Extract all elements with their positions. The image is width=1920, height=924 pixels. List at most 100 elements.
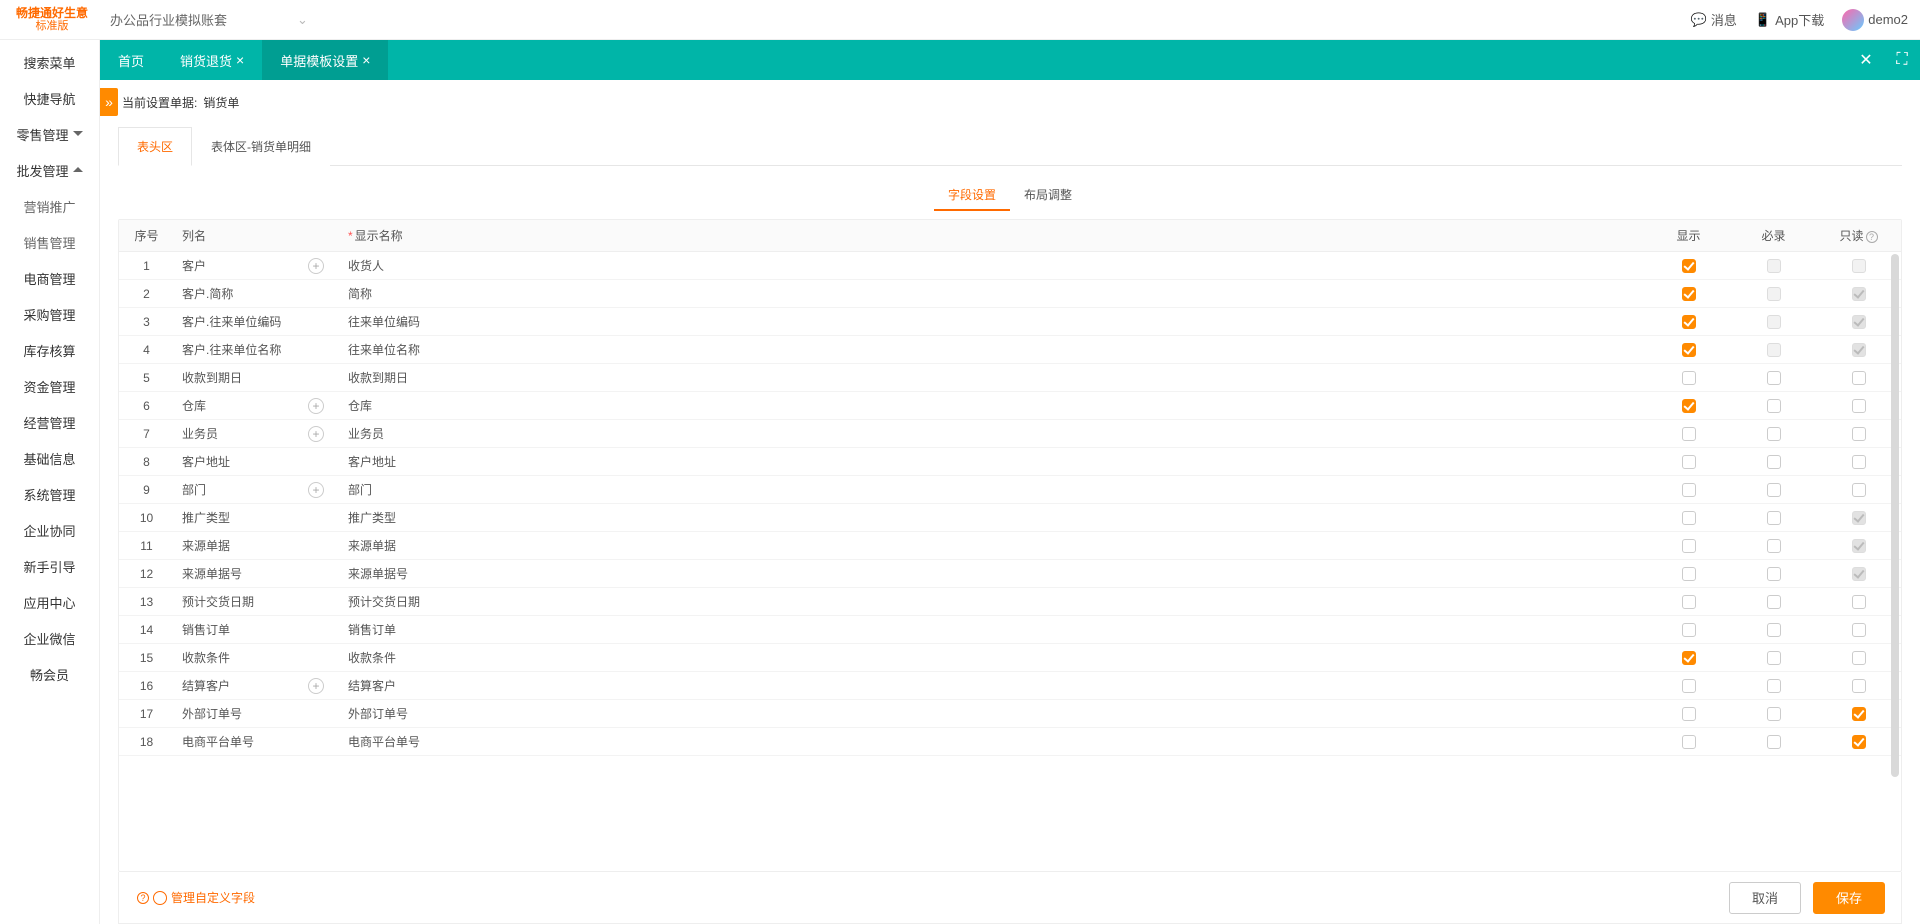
checkbox[interactable] [1852,483,1866,497]
plus-icon[interactable]: + [308,426,324,442]
close-all-icon[interactable]: ✕ [1848,40,1884,80]
checkbox[interactable] [1682,259,1696,273]
sidebar-item[interactable]: 系统管理 [0,476,99,512]
tab-field-settings[interactable]: 字段设置 [934,180,1010,211]
checkbox[interactable] [1852,623,1866,637]
manage-custom-fields-link[interactable]: ? 管理自定义字段 [135,889,255,906]
cell-display[interactable]: 推广类型 [334,509,1646,526]
tab-template-settings[interactable]: 单据模板设置× [262,40,388,80]
checkbox[interactable] [1767,651,1781,665]
checkbox[interactable] [1767,539,1781,553]
tab-layout-adjust[interactable]: 布局调整 [1010,180,1086,211]
checkbox[interactable] [1682,735,1696,749]
checkbox[interactable] [1852,735,1866,749]
cell-display[interactable]: 业务员 [334,425,1646,442]
checkbox[interactable] [1767,427,1781,441]
checkbox[interactable] [1682,427,1696,441]
checkbox[interactable] [1682,287,1696,301]
checkbox[interactable] [1682,539,1696,553]
sidebar-item[interactable]: 应用中心 [0,584,99,620]
checkbox[interactable] [1682,371,1696,385]
checkbox[interactable] [1682,455,1696,469]
checkbox[interactable] [1682,679,1696,693]
checkbox[interactable] [1767,735,1781,749]
tab-header-area[interactable]: 表头区 [118,127,192,166]
cell-display[interactable]: 简称 [334,285,1646,302]
scrollbar[interactable] [1891,254,1899,869]
checkbox[interactable] [1852,707,1866,721]
checkbox[interactable] [1767,483,1781,497]
checkbox[interactable] [1852,679,1866,693]
sidebar-item[interactable]: 新手引导 [0,548,99,584]
checkbox[interactable] [1682,567,1696,581]
tab-body-area[interactable]: 表体区-销货单明细 [192,127,330,166]
checkbox[interactable] [1767,371,1781,385]
checkbox[interactable] [1852,595,1866,609]
sidebar-item[interactable]: 搜索菜单 [0,44,99,80]
checkbox[interactable] [1852,371,1866,385]
plus-icon[interactable]: + [308,258,324,274]
plus-icon[interactable]: + [308,482,324,498]
tab-home[interactable]: 首页 [100,40,162,80]
close-icon[interactable]: × [362,53,370,67]
cell-display[interactable]: 结算客户 [334,677,1646,694]
cell-display[interactable]: 外部订单号 [334,705,1646,722]
cell-display[interactable]: 部门 [334,481,1646,498]
collapse-icon[interactable]: » [100,88,118,116]
plus-icon[interactable]: + [308,678,324,694]
cell-display[interactable]: 销售订单 [334,621,1646,638]
sidebar-item[interactable]: 批发管理 [0,152,99,188]
save-button[interactable]: 保存 [1813,882,1885,914]
checkbox[interactable] [1767,511,1781,525]
checkbox[interactable] [1767,399,1781,413]
checkbox[interactable] [1682,623,1696,637]
checkbox[interactable] [1767,707,1781,721]
tab-sales-return[interactable]: 销货退货× [162,40,262,80]
checkbox[interactable] [1852,651,1866,665]
cell-display[interactable]: 收款条件 [334,649,1646,666]
checkbox[interactable] [1682,343,1696,357]
checkbox[interactable] [1767,623,1781,637]
cell-display[interactable]: 电商平台单号 [334,733,1646,750]
messages-link[interactable]: 💬 消息 [1691,10,1737,29]
checkbox[interactable] [1682,399,1696,413]
checkbox[interactable] [1767,455,1781,469]
sidebar-item[interactable]: 库存核算 [0,332,99,368]
plus-icon[interactable]: + [308,398,324,414]
org-selector[interactable]: 办公品行业模拟账套 ⌄ [110,10,308,29]
checkbox[interactable] [1767,679,1781,693]
checkbox[interactable] [1682,707,1696,721]
cell-display[interactable]: 客户地址 [334,453,1646,470]
cell-display[interactable]: 来源单据 [334,537,1646,554]
app-download-link[interactable]: 📱 App下载 [1755,10,1824,29]
checkbox[interactable] [1852,455,1866,469]
checkbox[interactable] [1682,315,1696,329]
cell-display[interactable]: 预计交货日期 [334,593,1646,610]
sidebar-item[interactable]: 零售管理 [0,116,99,152]
cell-display[interactable]: 往来单位编码 [334,313,1646,330]
sidebar-item[interactable]: 企业协同 [0,512,99,548]
cancel-button[interactable]: 取消 [1729,882,1801,914]
checkbox[interactable] [1682,483,1696,497]
checkbox[interactable] [1852,399,1866,413]
sidebar-item[interactable]: 基础信息 [0,440,99,476]
checkbox[interactable] [1852,427,1866,441]
user-menu[interactable]: demo2 [1842,9,1908,31]
cell-display[interactable]: 仓库 [334,397,1646,414]
checkbox[interactable] [1682,595,1696,609]
sidebar-item[interactable]: 企业微信 [0,620,99,656]
cell-display[interactable]: 收货人 [334,257,1646,274]
sidebar-subitem[interactable]: 营销推广 [0,188,99,224]
sidebar-item[interactable]: 资金管理 [0,368,99,404]
sidebar-item[interactable]: 畅会员 [0,656,99,692]
help-icon[interactable]: ? [1866,231,1878,243]
cell-display[interactable]: 往来单位名称 [334,341,1646,358]
sidebar-item[interactable]: 经营管理 [0,404,99,440]
sidebar-item[interactable]: 电商管理 [0,260,99,296]
checkbox[interactable] [1682,511,1696,525]
checkbox[interactable] [1767,567,1781,581]
sidebar-item[interactable]: 快捷导航 [0,80,99,116]
cell-display[interactable]: 来源单据号 [334,565,1646,582]
fullscreen-icon[interactable]: ⛶ [1884,40,1920,80]
sidebar-item[interactable]: 采购管理 [0,296,99,332]
